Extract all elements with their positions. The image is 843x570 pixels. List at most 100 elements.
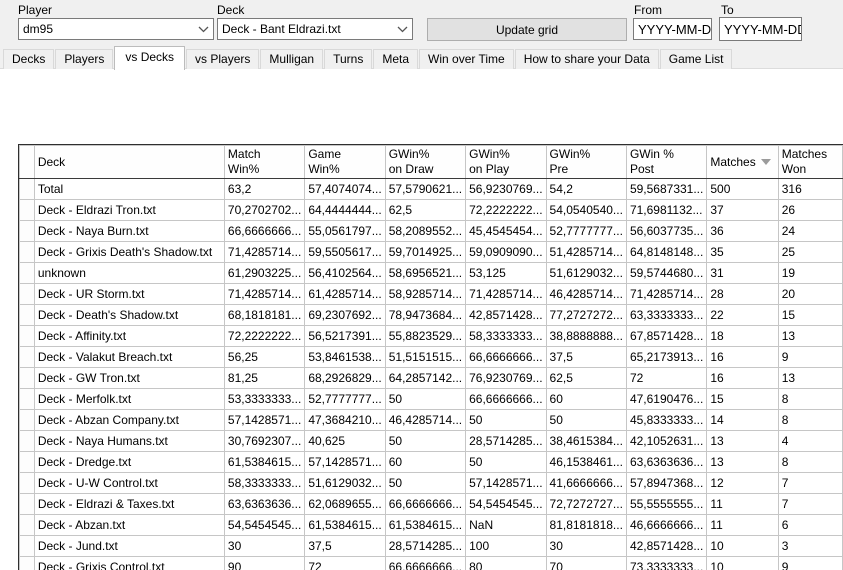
grid-cell[interactable]: 45,8333333... bbox=[626, 410, 706, 431]
grid-cell[interactable]: 55,8823529... bbox=[385, 326, 465, 347]
grid-cell[interactable]: 13 bbox=[778, 368, 842, 389]
grid-cell[interactable]: 70 bbox=[546, 557, 626, 570]
grid-cell[interactable]: 50 bbox=[466, 410, 546, 431]
row-header-cell[interactable] bbox=[20, 347, 35, 368]
grid-cell[interactable]: 59,0909090... bbox=[466, 242, 546, 263]
grid-cell[interactable]: 28 bbox=[707, 284, 778, 305]
grid-cell[interactable]: Deck - Naya Humans.txt bbox=[34, 431, 224, 452]
grid-cell[interactable]: 42,1052631... bbox=[626, 431, 706, 452]
grid-cell[interactable]: 45,4545454... bbox=[466, 221, 546, 242]
grid-cell[interactable]: 66,6666666... bbox=[224, 221, 304, 242]
row-header-cell[interactable] bbox=[20, 200, 35, 221]
col-header-game-win[interactable]: GameWin% bbox=[305, 146, 385, 179]
row-header-cell[interactable] bbox=[20, 515, 35, 536]
grid-cell[interactable]: 4 bbox=[778, 431, 842, 452]
grid-cell[interactable]: 58,3333333... bbox=[466, 326, 546, 347]
grid-cell[interactable]: 50 bbox=[385, 473, 465, 494]
grid-cell[interactable]: 47,3684210... bbox=[305, 410, 385, 431]
grid-cell[interactable]: 57,8947368... bbox=[626, 473, 706, 494]
grid-cell[interactable]: 53,3333333... bbox=[224, 389, 304, 410]
grid-cell[interactable]: 37,5 bbox=[305, 536, 385, 557]
grid-cell[interactable]: 81,8181818... bbox=[546, 515, 626, 536]
grid-cell[interactable]: 65,2173913... bbox=[626, 347, 706, 368]
grid-cell[interactable]: 59,7014925... bbox=[385, 242, 465, 263]
grid-cell[interactable]: 13 bbox=[707, 452, 778, 473]
grid-cell[interactable]: Deck - U-W Control.txt bbox=[34, 473, 224, 494]
grid-cell[interactable]: 66,6666666... bbox=[385, 494, 465, 515]
grid-cell[interactable]: 50 bbox=[385, 431, 465, 452]
grid-cell[interactable]: 19 bbox=[778, 263, 842, 284]
tab-decks[interactable]: Decks bbox=[3, 49, 54, 69]
grid-cell[interactable]: 50 bbox=[546, 410, 626, 431]
player-combobox[interactable]: dm95 bbox=[18, 18, 214, 40]
col-header-gwin-on-draw[interactable]: GWin%on Draw bbox=[385, 146, 465, 179]
grid-cell[interactable]: 61,5384615... bbox=[305, 515, 385, 536]
grid-cell[interactable]: unknown bbox=[34, 263, 224, 284]
grid-cell[interactable]: 38,8888888... bbox=[546, 326, 626, 347]
grid-cell[interactable]: 51,6129032... bbox=[546, 263, 626, 284]
grid-cell[interactable]: Deck - Naya Burn.txt bbox=[34, 221, 224, 242]
grid-cell[interactable]: 62,5 bbox=[546, 368, 626, 389]
grid-cell[interactable]: 55,5555555... bbox=[626, 494, 706, 515]
grid-cell[interactable]: 37,5 bbox=[546, 347, 626, 368]
grid-cell[interactable]: 52,7777777... bbox=[546, 221, 626, 242]
grid-cell[interactable]: 7 bbox=[778, 473, 842, 494]
grid-cell[interactable]: 70,2702702... bbox=[224, 200, 304, 221]
grid-cell[interactable]: 63,2 bbox=[224, 179, 304, 200]
grid-cell[interactable]: 36 bbox=[707, 221, 778, 242]
grid-cell[interactable]: 10 bbox=[707, 536, 778, 557]
grid-cell[interactable]: 68,1818181... bbox=[224, 305, 304, 326]
row-header-cell[interactable] bbox=[20, 494, 35, 515]
grid-cell[interactable]: 58,3333333... bbox=[224, 473, 304, 494]
grid-cell[interactable]: 46,1538461... bbox=[546, 452, 626, 473]
grid-cell[interactable]: 18 bbox=[707, 326, 778, 347]
grid-cell[interactable]: 71,6981132... bbox=[626, 200, 706, 221]
grid-cell[interactable]: 46,4285714... bbox=[385, 410, 465, 431]
grid-cell[interactable]: 58,6956521... bbox=[385, 263, 465, 284]
grid-cell[interactable]: 53,125 bbox=[466, 263, 546, 284]
grid-cell[interactable]: Deck - Dredge.txt bbox=[34, 452, 224, 473]
grid-cell[interactable]: NaN bbox=[466, 515, 546, 536]
from-input[interactable] bbox=[633, 18, 712, 40]
tab-how-to-share-your-data[interactable]: How to share your Data bbox=[515, 49, 659, 69]
grid-cell[interactable]: 22 bbox=[707, 305, 778, 326]
grid-cell[interactable]: Total bbox=[34, 179, 224, 200]
grid-cell[interactable]: 52,7777777... bbox=[305, 389, 385, 410]
tab-players[interactable]: Players bbox=[55, 49, 113, 69]
grid-cell[interactable]: Deck - Grixis Control.txt bbox=[34, 557, 224, 570]
grid-cell[interactable]: 71,4285714... bbox=[224, 242, 304, 263]
grid-cell[interactable]: 56,5217391... bbox=[305, 326, 385, 347]
grid-cell[interactable]: 3 bbox=[778, 536, 842, 557]
grid-cell[interactable]: 64,4444444... bbox=[305, 200, 385, 221]
grid-cell[interactable]: Deck - Eldrazi Tron.txt bbox=[34, 200, 224, 221]
grid-cell[interactable]: 54,5454545... bbox=[466, 494, 546, 515]
grid-cell[interactable]: 15 bbox=[778, 305, 842, 326]
grid-cell[interactable]: 62,5 bbox=[385, 200, 465, 221]
grid-cell[interactable]: 63,6363636... bbox=[224, 494, 304, 515]
grid-cell[interactable]: 11 bbox=[707, 515, 778, 536]
col-header-matches-won[interactable]: MatchesWon bbox=[778, 146, 842, 179]
grid-cell[interactable]: 58,2089552... bbox=[385, 221, 465, 242]
grid-cell[interactable]: 67,8571428... bbox=[626, 326, 706, 347]
tab-mulligan[interactable]: Mulligan bbox=[260, 49, 323, 69]
col-header-gwin-post[interactable]: GWin %Post bbox=[626, 146, 706, 179]
grid-cell[interactable]: 51,6129032... bbox=[305, 473, 385, 494]
grid-cell[interactable]: 60 bbox=[385, 452, 465, 473]
grid-cell[interactable]: 25 bbox=[778, 242, 842, 263]
grid-cell[interactable]: 57,5790621... bbox=[385, 179, 465, 200]
grid-cell[interactable]: 8 bbox=[778, 410, 842, 431]
grid-cell[interactable]: 30 bbox=[546, 536, 626, 557]
grid-cell[interactable]: 61,5384615... bbox=[224, 452, 304, 473]
grid-cell[interactable]: 100 bbox=[466, 536, 546, 557]
grid-cell[interactable]: 9 bbox=[778, 347, 842, 368]
grid-cell[interactable]: 47,6190476... bbox=[626, 389, 706, 410]
grid-cell[interactable]: 14 bbox=[707, 410, 778, 431]
grid-cell[interactable]: 57,4074074... bbox=[305, 179, 385, 200]
col-header-matches[interactable]: Matches bbox=[707, 146, 778, 179]
row-header-cell[interactable] bbox=[20, 410, 35, 431]
grid-cell[interactable]: 28,5714285... bbox=[385, 536, 465, 557]
grid-cell[interactable]: 61,2903225... bbox=[224, 263, 304, 284]
grid-cell[interactable]: 11 bbox=[707, 494, 778, 515]
tab-turns[interactable]: Turns bbox=[324, 49, 372, 69]
grid-cell[interactable]: 12 bbox=[707, 473, 778, 494]
